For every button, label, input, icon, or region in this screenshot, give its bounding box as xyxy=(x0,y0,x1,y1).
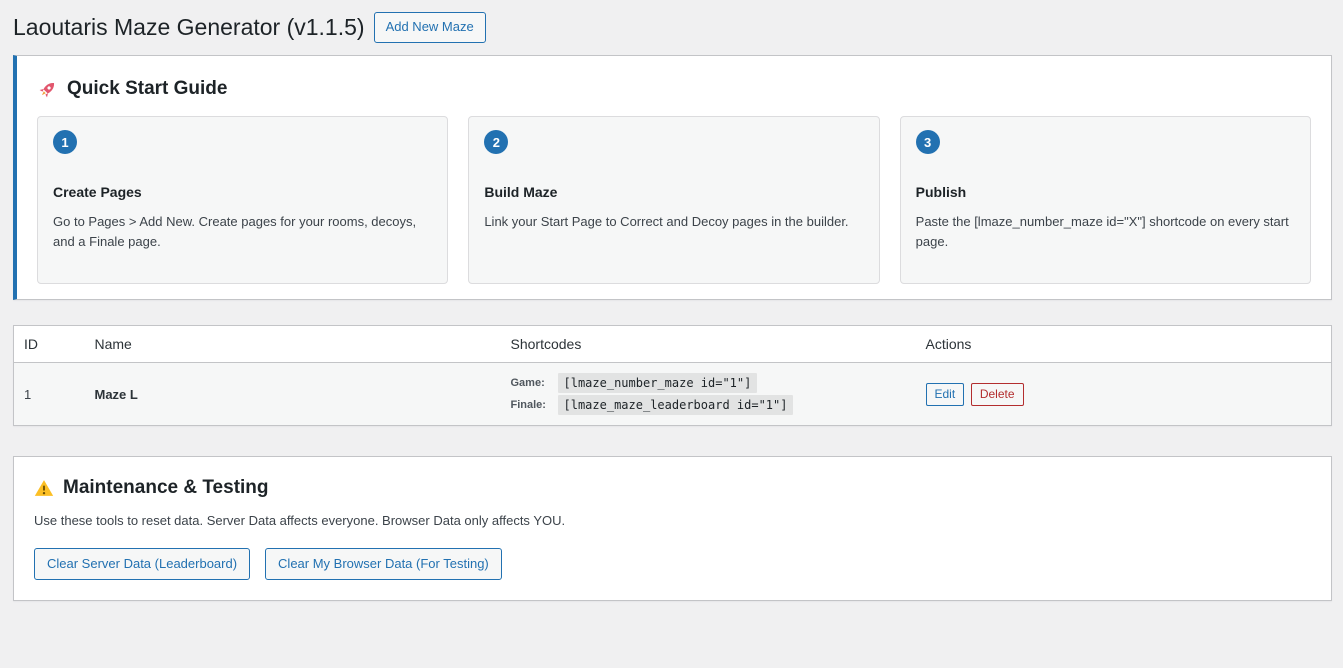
maintenance-heading: Maintenance & Testing xyxy=(34,477,1311,499)
column-header-shortcodes: Shortcodes xyxy=(500,325,916,364)
warning-icon xyxy=(34,478,54,498)
finale-shortcode-line: Finale: [lmaze_maze_leaderboard id="1"] xyxy=(510,395,906,416)
step-number-badge: 3 xyxy=(915,130,940,155)
maintenance-description: Use these tools to reset data. Server Da… xyxy=(34,513,566,529)
step-title: Publish xyxy=(915,184,967,201)
step-card-publish: 3 Publish Paste the [lmaze_number_maze i… xyxy=(899,116,1311,285)
maintenance-buttons: Clear Server Data (Leaderboard) Clear My… xyxy=(34,548,1311,581)
maze-shortcodes-cell: Game: [lmaze_number_maze id="1"] Finale:… xyxy=(501,363,916,426)
maze-table-header-row: ID Name Shortcodes Actions xyxy=(13,325,1332,364)
maintenance-title: Maintenance & Testing xyxy=(63,477,269,499)
step-title: Build Maze xyxy=(484,184,558,201)
finale-shortcode-label: Finale: xyxy=(510,399,546,412)
step-description: Link your Start Page to Correct and Deco… xyxy=(484,214,849,230)
game-shortcode-line: Game: [lmaze_number_maze id="1"] xyxy=(510,373,906,394)
step-number-badge: 1 xyxy=(53,130,77,155)
quick-start-heading: Quick Start Guide xyxy=(37,78,1311,100)
game-shortcode-label: Game: xyxy=(510,377,545,390)
maintenance-panel: Maintenance & Testing Use these tools to… xyxy=(13,456,1332,602)
column-header-id: ID xyxy=(13,325,85,364)
clear-server-data-button[interactable]: Clear Server Data (Leaderboard) xyxy=(34,548,251,581)
maze-table: ID Name Shortcodes Actions 1 Maze L Game… xyxy=(13,325,1332,427)
column-header-name: Name xyxy=(84,325,501,364)
quick-start-steps: 1 Create Pages Go to Pages > Add New. Cr… xyxy=(37,116,1311,285)
edit-button[interactable]: Edit xyxy=(925,382,965,406)
step-title: Create Pages xyxy=(53,184,142,201)
add-new-maze-button[interactable]: Add New Maze xyxy=(373,12,486,43)
maze-row: 1 Maze L Game: [lmaze_number_maze id="1"… xyxy=(13,362,1332,426)
page-title: Laoutaris Maze Generator (v1.1.5) xyxy=(13,14,365,40)
delete-button[interactable]: Delete xyxy=(970,382,1024,406)
maze-name: Maze L xyxy=(94,386,138,402)
rocket-icon xyxy=(37,79,58,100)
page-header: Laoutaris Maze Generator (v1.1.5) Add Ne… xyxy=(13,10,1332,45)
step-card-create-pages: 1 Create Pages Go to Pages > Add New. Cr… xyxy=(37,116,449,285)
quick-start-panel: Quick Start Guide 1 Create Pages Go to P… xyxy=(13,55,1332,301)
finale-shortcode: [lmaze_maze_leaderboard id="1"] xyxy=(557,395,794,416)
step-description: Go to Pages > Add New. Create pages for … xyxy=(53,214,417,250)
game-shortcode: [lmaze_number_maze id="1"] xyxy=(557,373,758,394)
step-card-build-maze: 2 Build Maze Link your Start Page to Cor… xyxy=(468,116,880,285)
quick-start-title: Quick Start Guide xyxy=(67,78,228,100)
clear-browser-data-button[interactable]: Clear My Browser Data (For Testing) xyxy=(265,548,502,581)
step-number-badge: 2 xyxy=(484,130,509,155)
maze-actions-cell: Edit Delete xyxy=(916,363,1332,426)
admin-page: Laoutaris Maze Generator (v1.1.5) Add Ne… xyxy=(0,0,1343,602)
maze-id: 1 xyxy=(24,386,32,402)
step-description: Paste the [lmaze_number_maze id="X"] sho… xyxy=(915,214,1289,250)
column-header-actions: Actions xyxy=(915,325,1332,364)
